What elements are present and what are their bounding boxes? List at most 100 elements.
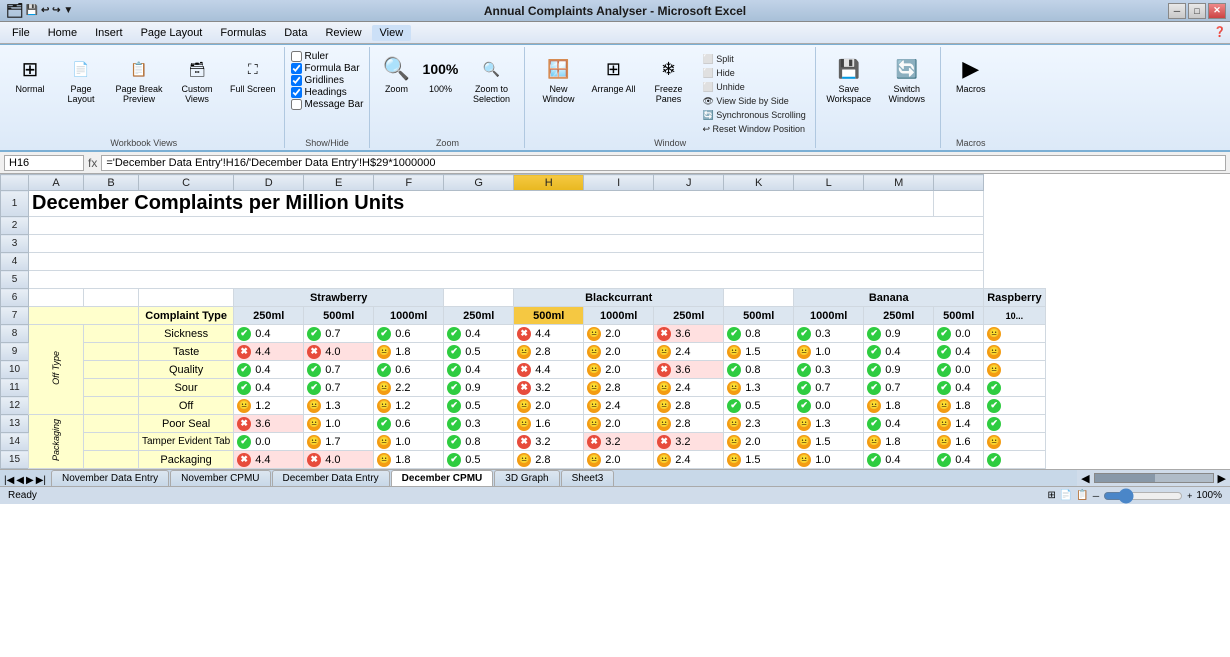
col-header-f[interactable]: F [374, 175, 444, 191]
cell-b14[interactable] [84, 433, 139, 451]
zoom-100-btn[interactable]: 100% 100% [420, 51, 460, 97]
cell-m15[interactable]: ✔0.4 [864, 451, 934, 469]
full-screen-btn[interactable]: ⛶ Full Screen [228, 51, 278, 97]
gridlines-checkbox[interactable] [291, 75, 302, 86]
cell-n11[interactable]: ✔0.4 [934, 379, 984, 397]
col-header-l[interactable]: L [794, 175, 864, 191]
cell-m9[interactable]: ✔0.4 [864, 343, 934, 361]
col-header-k[interactable]: K [724, 175, 794, 191]
cell-g15[interactable]: ✔0.5 [444, 451, 514, 469]
cell-row5[interactable] [29, 271, 984, 289]
cell-n12[interactable]: 😐1.8 [934, 397, 984, 415]
tab-sheet3[interactable]: Sheet3 [561, 470, 615, 486]
cell-l10[interactable]: ✔0.3 [794, 361, 864, 379]
new-window-btn[interactable]: 🪟 New Window [531, 51, 585, 107]
name-box[interactable] [4, 155, 84, 171]
zoom-percent[interactable]: 100% [1196, 490, 1222, 501]
cell-ab7[interactable] [29, 307, 139, 325]
tab-november-data-entry[interactable]: November Data Entry [51, 470, 169, 486]
tab-last-btn[interactable]: ▶| [36, 475, 46, 486]
gridlines-check[interactable]: Gridlines [291, 75, 344, 86]
cell-d11[interactable]: ✔0.4 [234, 379, 304, 397]
cell-g6[interactable] [444, 289, 514, 307]
cell-j9[interactable]: 😐2.4 [654, 343, 724, 361]
cell-f11[interactable]: 😐2.2 [374, 379, 444, 397]
menu-file[interactable]: File [4, 25, 38, 41]
col-header-e[interactable]: E [304, 175, 374, 191]
cell-g13[interactable]: ✔0.3 [444, 415, 514, 433]
freeze-panes-btn[interactable]: ❄ Freeze Panes [641, 51, 695, 107]
message-bar-checkbox[interactable] [291, 99, 302, 110]
cell-row4[interactable] [29, 253, 984, 271]
cell-l12[interactable]: ✔0.0 [794, 397, 864, 415]
cell-b11[interactable] [84, 379, 139, 397]
cell-j11[interactable]: 😐2.4 [654, 379, 724, 397]
col-header-i[interactable]: I [584, 175, 654, 191]
cell-row3[interactable] [29, 235, 984, 253]
cell-n14[interactable]: 😐1.6 [934, 433, 984, 451]
cell-e14[interactable]: 😐1.7 [304, 433, 374, 451]
reset-position-btn[interactable]: ↩ Reset Window Position [699, 123, 808, 136]
formula-bar-check[interactable]: Formula Bar [291, 63, 360, 74]
menu-data[interactable]: Data [276, 25, 315, 41]
cell-b8[interactable] [84, 325, 139, 343]
cell-k10[interactable]: ✔0.8 [724, 361, 794, 379]
zoom-plus-btn[interactable]: + [1187, 491, 1192, 501]
sync-scrolling-btn[interactable]: 🔄 Synchronous Scrolling [699, 109, 808, 122]
zoom-selection-btn[interactable]: 🔍 Zoom to Selection [464, 51, 518, 107]
cell-h12[interactable]: 😐2.0 [514, 397, 584, 415]
cell-o13[interactable]: ✔ [984, 415, 1045, 433]
cell-f12[interactable]: 😐1.2 [374, 397, 444, 415]
zoom-btn[interactable]: 🔍 Zoom [376, 51, 416, 97]
cell-m8[interactable]: ✔0.9 [864, 325, 934, 343]
cell-k11[interactable]: 😐1.3 [724, 379, 794, 397]
cell-n13[interactable]: 😐1.4 [934, 415, 984, 433]
cell-e12[interactable]: 😐1.3 [304, 397, 374, 415]
cell-f8[interactable]: ✔0.6 [374, 325, 444, 343]
cell-e15[interactable]: ✖4.0 [304, 451, 374, 469]
cell-g12[interactable]: ✔0.5 [444, 397, 514, 415]
cell-l11[interactable]: ✔0.7 [794, 379, 864, 397]
cell-l14[interactable]: 😐1.5 [794, 433, 864, 451]
cell-k15[interactable]: 😐1.5 [724, 451, 794, 469]
cell-f10[interactable]: ✔0.6 [374, 361, 444, 379]
col-header-d[interactable]: D [234, 175, 304, 191]
cell-d12[interactable]: 😐1.2 [234, 397, 304, 415]
cell-e11[interactable]: ✔0.7 [304, 379, 374, 397]
cell-m10[interactable]: ✔0.9 [864, 361, 934, 379]
col-header-b[interactable]: B [84, 175, 139, 191]
menu-formulas[interactable]: Formulas [212, 25, 274, 41]
menu-insert[interactable]: Insert [87, 25, 131, 41]
menu-review[interactable]: Review [317, 25, 369, 41]
cell-l15[interactable]: 😐1.0 [794, 451, 864, 469]
cell-m12[interactable]: 😐1.8 [864, 397, 934, 415]
cell-b6[interactable] [84, 289, 139, 307]
cell-m14[interactable]: 😐1.8 [864, 433, 934, 451]
cell-d8[interactable]: ✔0.4 [234, 325, 304, 343]
cell-h11[interactable]: ✖3.2 [514, 379, 584, 397]
cell-g10[interactable]: ✔0.4 [444, 361, 514, 379]
cell-d14[interactable]: ✔0.0 [234, 433, 304, 451]
h-scrollbar-thumb[interactable] [1095, 474, 1155, 482]
tab-3d-graph[interactable]: 3D Graph [494, 470, 559, 486]
cell-d9[interactable]: ✖4.4 [234, 343, 304, 361]
h-scrollbar[interactable] [1094, 473, 1214, 483]
cell-l13[interactable]: 😐1.3 [794, 415, 864, 433]
cell-i11[interactable]: 😐2.8 [584, 379, 654, 397]
cell-j14[interactable]: ✖3.2 [654, 433, 724, 451]
cell-n9[interactable]: ✔0.4 [934, 343, 984, 361]
cell-b15[interactable] [84, 451, 139, 469]
cell-n10[interactable]: ✔0.0 [934, 361, 984, 379]
tab-december-data-entry[interactable]: December Data Entry [272, 470, 390, 486]
help-icon[interactable]: ❓ [1214, 27, 1226, 38]
col-header-a[interactable]: A [29, 175, 84, 191]
cell-o8[interactable]: 😐 [984, 325, 1045, 343]
cell-o9[interactable]: 😐 [984, 343, 1045, 361]
arrange-all-btn[interactable]: ⊞ Arrange All [589, 51, 637, 97]
cell-k12[interactable]: ✔0.5 [724, 397, 794, 415]
col-header-partial[interactable] [934, 175, 984, 191]
cell-f9[interactable]: 😐1.8 [374, 343, 444, 361]
col-header-c[interactable]: C [139, 175, 234, 191]
scroll-left-btn[interactable]: ◀ [1081, 472, 1089, 485]
page-break-preview-btn[interactable]: 📋 Page Break Preview [112, 51, 166, 107]
